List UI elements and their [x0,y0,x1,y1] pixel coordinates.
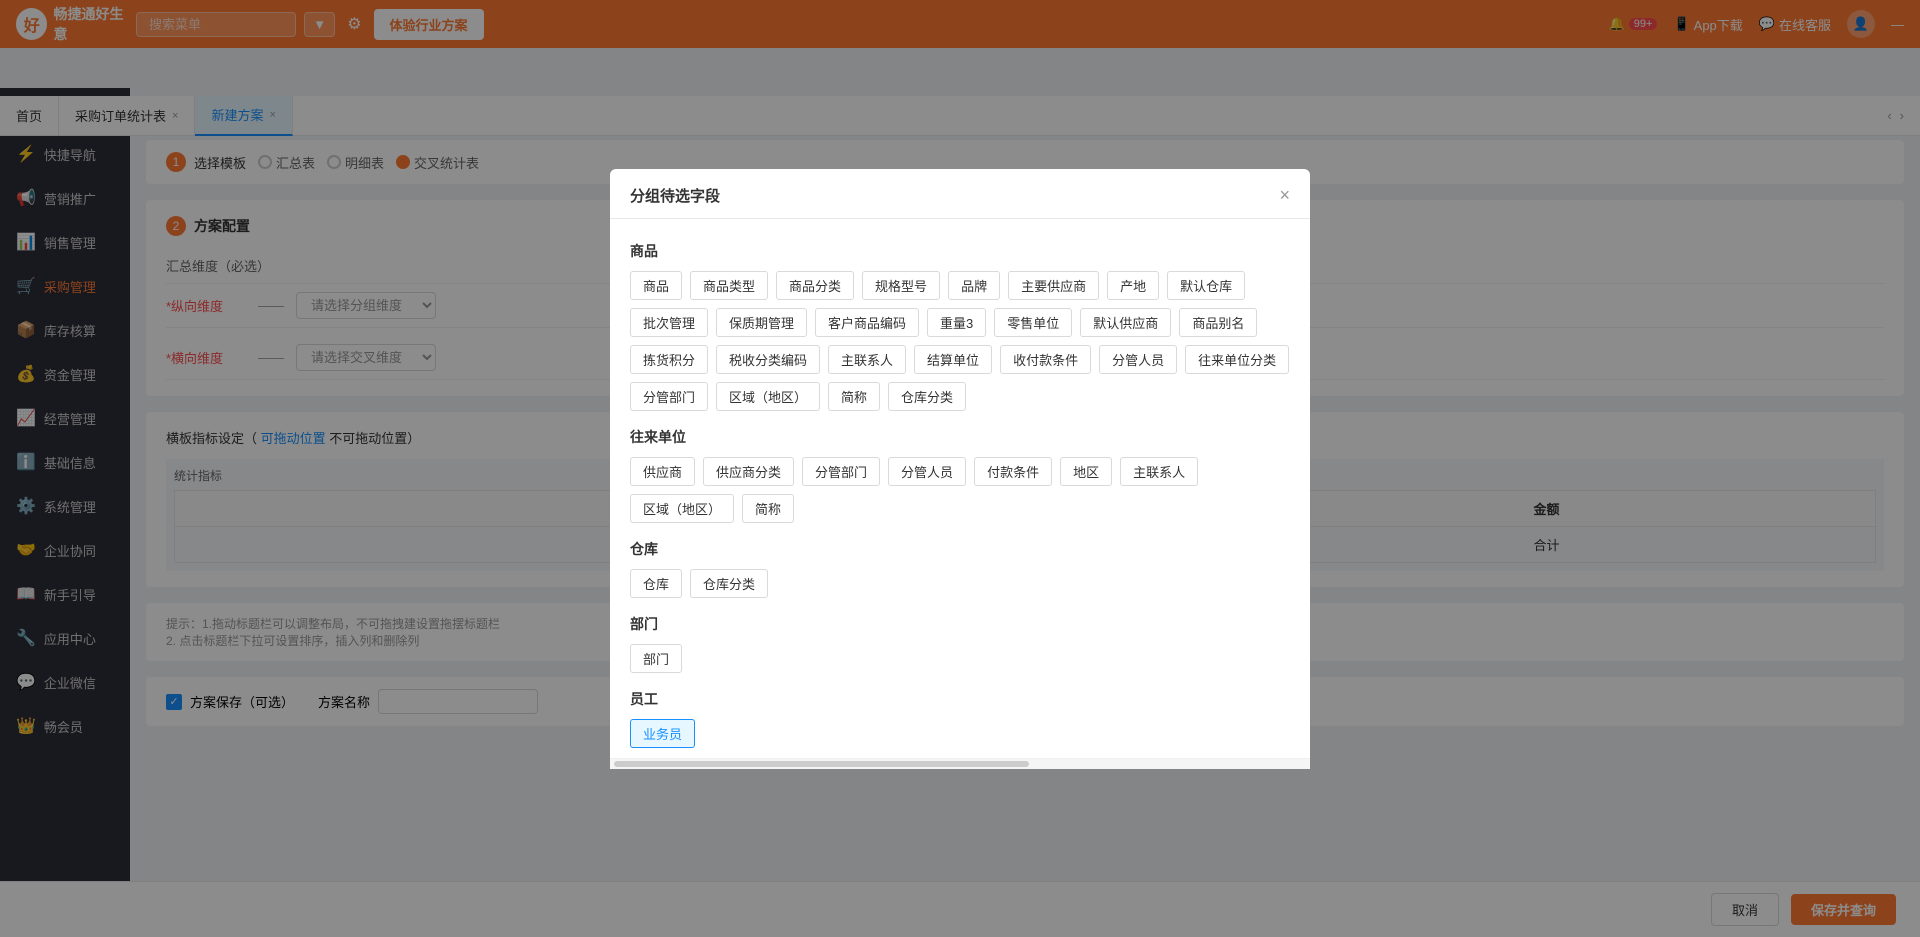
field-tag-supervisor[interactable]: 分管人员 [1099,345,1177,374]
field-tag-warehouse[interactable]: 仓库 [630,569,682,598]
field-tag-goods[interactable]: 商品 [630,271,682,300]
modal-close-btn[interactable]: × [1279,186,1290,204]
section-title-employee: 员工 [630,689,1290,709]
field-tag-area[interactable]: 地区 [1060,457,1112,486]
field-tag-retail-unit[interactable]: 零售单位 [994,308,1072,337]
section-title-partner: 往来单位 [630,427,1290,447]
field-tag-batch-mgmt[interactable]: 批次管理 [630,308,708,337]
field-tag-weight3[interactable]: 重量3 [927,308,986,337]
field-tag-main-supplier[interactable]: 主要供应商 [1008,271,1099,300]
field-tag-partner-region[interactable]: 区域（地区） [630,494,734,523]
modal-header: 分组待选字段 × [610,169,1310,219]
field-tag-region[interactable]: 区域（地区） [716,382,820,411]
section-title-goods: 商品 [630,241,1290,261]
field-tag-payment-cond[interactable]: 付款条件 [974,457,1052,486]
field-tag-partner-supervisor[interactable]: 分管人员 [888,457,966,486]
field-tag-short-name[interactable]: 简称 [828,382,880,411]
field-tag-expiry-mgmt[interactable]: 保质期管理 [716,308,807,337]
modal-body: 商品 商品 商品类型 商品分类 规格型号 品牌 主要供应商 产地 默认仓库 批次… [610,219,1310,759]
modal-overlay: 分组待选字段 × 商品 商品 商品类型 商品分类 规格型号 品牌 主要供应商 产… [0,0,1920,937]
field-group-employee: 业务员 [630,719,1290,748]
field-tag-goods-alias[interactable]: 商品别名 [1179,308,1257,337]
field-tag-goods-category[interactable]: 商品分类 [776,271,854,300]
field-tag-warehouse-category[interactable]: 仓库分类 [888,382,966,411]
field-tag-partner-dept[interactable]: 分管部门 [802,457,880,486]
field-tag-pick-score[interactable]: 拣货积分 [630,345,708,374]
field-tag-goods-type[interactable]: 商品类型 [690,271,768,300]
field-group-partner: 供应商 供应商分类 分管部门 分管人员 付款条件 地区 主联系人 区域（地区） … [630,457,1290,523]
field-tag-department[interactable]: 部门 [630,644,682,673]
field-tag-spec-model[interactable]: 规格型号 [862,271,940,300]
field-tag-settlement-unit[interactable]: 结算单位 [914,345,992,374]
modal-box: 分组待选字段 × 商品 商品 商品类型 商品分类 规格型号 品牌 主要供应商 产… [610,169,1310,769]
field-tag-payment-terms[interactable]: 收付款条件 [1000,345,1091,374]
section-title-department: 部门 [630,614,1290,634]
field-tag-partner-main-contact[interactable]: 主联系人 [1120,457,1198,486]
field-tag-default-warehouse[interactable]: 默认仓库 [1167,271,1245,300]
field-group-goods: 商品 商品类型 商品分类 规格型号 品牌 主要供应商 产地 默认仓库 批次管理 … [630,271,1290,411]
field-tag-supplier[interactable]: 供应商 [630,457,695,486]
field-group-department: 部门 [630,644,1290,673]
field-tag-main-contact[interactable]: 主联系人 [828,345,906,374]
modal-hscroll [610,758,1310,768]
field-tag-tax-code[interactable]: 税收分类编码 [716,345,820,374]
field-tag-origin[interactable]: 产地 [1107,271,1159,300]
field-tag-brand[interactable]: 品牌 [948,271,1000,300]
section-title-warehouse: 仓库 [630,539,1290,559]
modal-hscroll-bar [614,761,1029,767]
field-tag-partner-short-name[interactable]: 简称 [742,494,794,523]
field-tag-default-supplier[interactable]: 默认供应商 [1080,308,1171,337]
field-tag-warehouse-cat[interactable]: 仓库分类 [690,569,768,598]
field-tag-supplier-category[interactable]: 供应商分类 [703,457,794,486]
field-tag-partner-category[interactable]: 往来单位分类 [1185,345,1289,374]
field-tag-dept[interactable]: 分管部门 [630,382,708,411]
field-group-warehouse: 仓库 仓库分类 [630,569,1290,598]
field-tag-customer-goods-code[interactable]: 客户商品编码 [815,308,919,337]
modal-title: 分组待选字段 [630,185,720,206]
field-tag-salesperson[interactable]: 业务员 [630,719,695,748]
